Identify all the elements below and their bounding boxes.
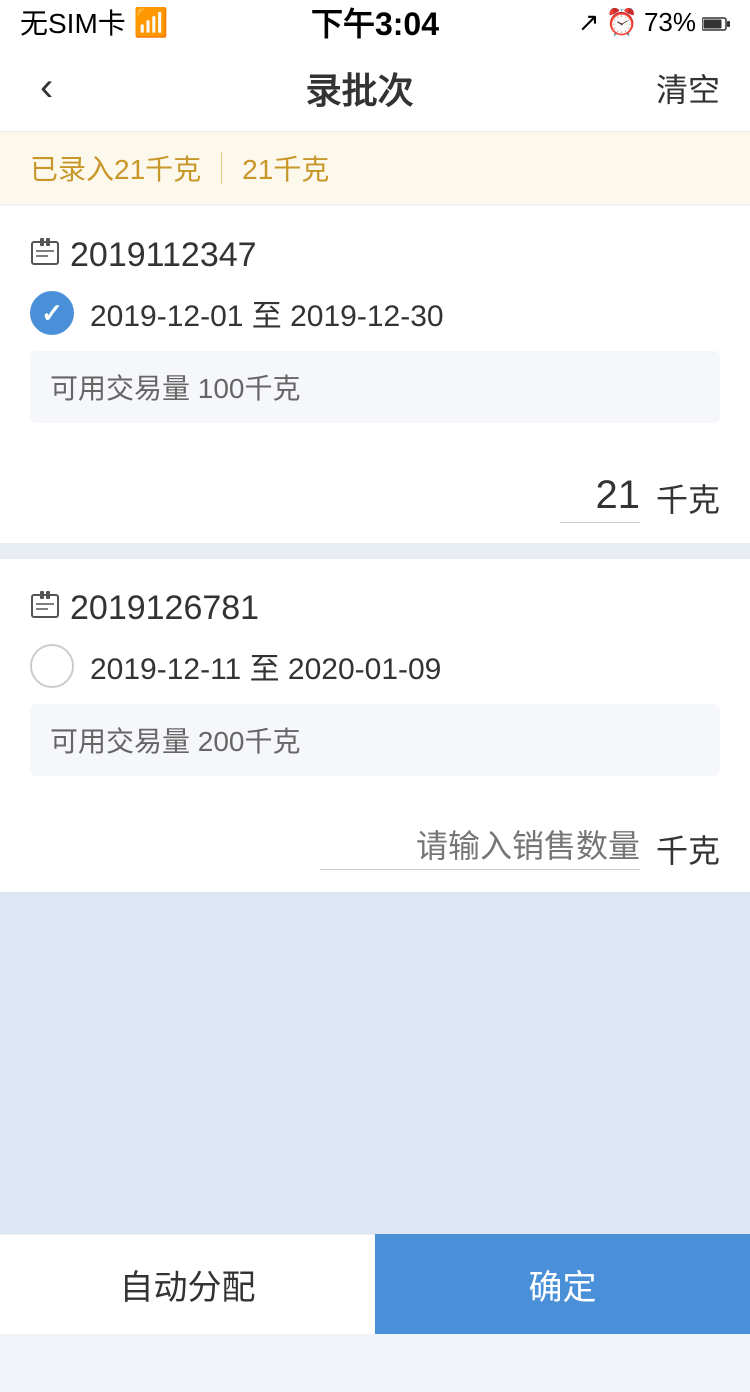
back-button[interactable]: ‹ (30, 55, 63, 120)
batch1-available: 可用交易量 100千克 (30, 351, 720, 423)
location-icon: ↗ (578, 7, 600, 38)
wifi-icon: 📶 (134, 6, 169, 39)
bottom-bar: 自动分配 确定 (0, 1234, 750, 1334)
batch2-card: 2019126781 2019-12-11 至 2020-01-09 可用交易量… (0, 559, 750, 806)
info-value: 21千克 (242, 148, 329, 188)
batch1-icon (30, 238, 60, 274)
blue-background-area (0, 892, 750, 1292)
auto-distribute-button[interactable]: 自动分配 (0, 1234, 375, 1334)
content-area: 2019112347 2019-12-01 至 2019-12-30 可用交易量… (0, 204, 750, 1392)
batch2-icon (30, 591, 60, 627)
batch1-card: 2019112347 2019-12-01 至 2019-12-30 可用交易量… (0, 206, 750, 453)
batch1-date: 2019-12-01 至 2019-12-30 (90, 291, 444, 335)
batch1-amount-underline (560, 473, 640, 523)
alarm-icon: ⏰ (606, 7, 638, 38)
batch1-header: 2019112347 (30, 236, 720, 275)
info-entered-label: 已录入21千克 (30, 148, 201, 188)
status-bar: 无SIM卡 📶 下午3:04 ↗ ⏰ 73% (0, 0, 750, 44)
batch1-unit: 千克 (656, 475, 720, 521)
nav-bar: ‹ 录批次 清空 (0, 44, 750, 132)
battery-icon (702, 7, 730, 38)
sim-text: 无SIM卡 (20, 2, 126, 42)
batch1-amount-input[interactable] (560, 473, 640, 518)
batch1-amount-row: 千克 (0, 453, 750, 543)
status-right: ↗ ⏰ 73% (578, 7, 730, 38)
batch2-header: 2019126781 (30, 589, 720, 628)
batch2-date-row: 2019-12-11 至 2020-01-09 (30, 644, 720, 688)
batch2-radio[interactable] (30, 644, 74, 688)
batch2-available: 可用交易量 200千克 (30, 704, 720, 776)
confirm-button[interactable]: 确定 (375, 1234, 750, 1334)
batch2-id: 2019126781 (70, 589, 259, 628)
batch2-input-row: 千克 (0, 806, 750, 892)
info-divider (221, 152, 222, 184)
batch2-date: 2019-12-11 至 2020-01-09 (90, 644, 441, 688)
batch1-date-row: 2019-12-01 至 2019-12-30 (30, 291, 720, 335)
batch1-radio[interactable] (30, 291, 74, 335)
batch2-input-underline (320, 828, 640, 870)
section-divider (0, 543, 750, 559)
page-title: 录批次 (306, 62, 414, 114)
clear-button[interactable]: 清空 (656, 65, 720, 111)
batch2-quantity-input[interactable] (320, 828, 640, 865)
status-time: 下午3:04 (311, 0, 439, 45)
batch2-unit: 千克 (656, 826, 720, 872)
battery-text: 73% (644, 7, 696, 38)
info-banner: 已录入21千克 21千克 (0, 132, 750, 204)
batch1-id: 2019112347 (70, 236, 257, 275)
status-left: 无SIM卡 📶 (20, 2, 169, 42)
